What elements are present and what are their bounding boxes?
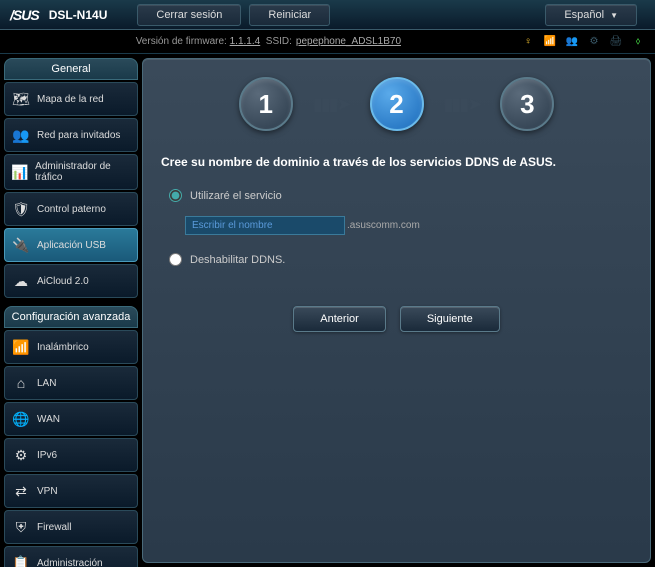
traffic-icon: 📊 <box>11 162 29 182</box>
ipv6-icon: ⚙ <box>11 445 31 465</box>
radio-disable-ddns[interactable]: Deshabilitar DDNS. <box>161 253 632 266</box>
firewall-icon: ⛨ <box>11 517 31 537</box>
ssid-label: SSID: <box>266 36 292 47</box>
sidebar-item-usb-app[interactable]: 🔌 Aplicación USB <box>4 228 138 262</box>
sidebar-item-label: VPN <box>37 486 58 497</box>
wan-icon: 🌐 <box>11 409 31 429</box>
radio-disable-label: Deshabilitar DDNS. <box>190 254 285 266</box>
users-icon[interactable]: 👥 <box>565 35 579 49</box>
section-general: General <box>4 58 138 80</box>
sidebar-item-lan[interactable]: ⌂ LAN <box>4 366 138 400</box>
bulb-icon[interactable]: ♀ <box>521 35 535 49</box>
radio-disable-input[interactable] <box>169 253 182 266</box>
printer-icon[interactable]: 🖨 <box>609 35 623 49</box>
step-1: 1 <box>239 77 293 131</box>
admin-icon: 📋 <box>11 553 31 567</box>
sidebar-item-aicloud[interactable]: ☁ AiCloud 2.0 <box>4 264 138 298</box>
wifi-icon[interactable]: 📶 <box>543 35 557 49</box>
sidebar-item-traffic-manager[interactable]: 📊 Administrador de tráfico <box>4 154 138 190</box>
previous-button[interactable]: Anterior <box>293 306 386 332</box>
wireless-icon: 📶 <box>11 337 31 357</box>
sidebar-item-guest-network[interactable]: 👥 Red para invitados <box>4 118 138 152</box>
sidebar-item-vpn[interactable]: ⇄ VPN <box>4 474 138 508</box>
model-name: DSL-N14U <box>49 8 108 22</box>
step-arrow-icon: ▮▮▮➤ <box>313 94 350 115</box>
next-button[interactable]: Siguiente <box>400 306 500 332</box>
lan-icon: ⌂ <box>11 373 31 393</box>
logout-button[interactable]: Cerrar sesión <box>137 4 241 26</box>
sidebar-item-administration[interactable]: 📋 Administración <box>4 546 138 567</box>
firmware-version[interactable]: 1.1.1.4 <box>230 36 261 47</box>
gear-icon[interactable]: ⚙ <box>587 35 601 49</box>
sidebar-item-label: Firewall <box>37 522 71 533</box>
sidebar: General 🗺 Mapa de la red 👥 Red para invita… <box>0 54 142 567</box>
aicloud-icon: ☁ <box>11 271 31 291</box>
radio-use-service[interactable]: Utilizaré el servicio <box>161 189 632 202</box>
sidebar-item-label: Red para invitados <box>37 130 120 141</box>
sidebar-item-ipv6[interactable]: ⚙ IPv6 <box>4 438 138 472</box>
language-label: Español <box>564 9 604 21</box>
chevron-down-icon: ▼ <box>610 11 618 20</box>
radio-use-label: Utilizaré el servicio <box>190 190 282 202</box>
network-map-icon: 🗺 <box>11 89 31 109</box>
sidebar-item-label: Administrador de tráfico <box>35 161 131 183</box>
step-arrow-icon: ▮▮▮➤ <box>444 94 481 115</box>
radio-use-input[interactable] <box>169 189 182 202</box>
step-3: 3 <box>500 77 554 131</box>
sidebar-item-label: Control paterno <box>37 204 106 215</box>
sidebar-item-label: Inalámbrico <box>37 342 89 353</box>
usb-app-icon: 🔌 <box>11 235 31 255</box>
brand-logo: /SUS <box>10 7 39 23</box>
sidebar-item-label: Mapa de la red <box>37 94 104 105</box>
sidebar-item-wireless[interactable]: 📶 Inalámbrico <box>4 330 138 364</box>
step-2: 2 <box>370 77 424 131</box>
sidebar-item-label: AiCloud 2.0 <box>37 276 89 287</box>
sidebar-item-wan[interactable]: 🌐 WAN <box>4 402 138 436</box>
sidebar-item-label: Administración <box>37 558 103 567</box>
page-heading: Cree su nombre de dominio a través de lo… <box>161 155 632 169</box>
usb-icon[interactable]: ⬨ <box>631 35 645 49</box>
ssid-value[interactable]: pepephone_ADSL1B70 <box>296 36 401 47</box>
vpn-icon: ⇄ <box>11 481 31 501</box>
sidebar-item-label: LAN <box>37 378 56 389</box>
sidebar-item-label: IPv6 <box>37 450 57 461</box>
reboot-button[interactable]: Reiniciar <box>249 4 330 26</box>
hostname-input[interactable] <box>185 216 345 235</box>
language-dropdown[interactable]: Español ▼ <box>545 4 637 26</box>
domain-suffix: .asuscomm.com <box>347 220 420 231</box>
parental-icon: 🛡 <box>11 199 31 219</box>
sidebar-item-firewall[interactable]: ⛨ Firewall <box>4 510 138 544</box>
sidebar-item-label: Aplicación USB <box>37 240 106 251</box>
sidebar-item-parental-control[interactable]: 🛡 Control paterno <box>4 192 138 226</box>
guest-network-icon: 👥 <box>11 125 31 145</box>
main-panel: 1 ▮▮▮➤ 2 ▮▮▮➤ 3 Cree su nombre de domini… <box>142 58 651 563</box>
sidebar-item-label: WAN <box>37 414 60 425</box>
sidebar-item-network-map[interactable]: 🗺 Mapa de la red <box>4 82 138 116</box>
section-advanced: Configuración avanzada <box>4 306 138 328</box>
firmware-label: Versión de firmware: <box>136 36 227 47</box>
